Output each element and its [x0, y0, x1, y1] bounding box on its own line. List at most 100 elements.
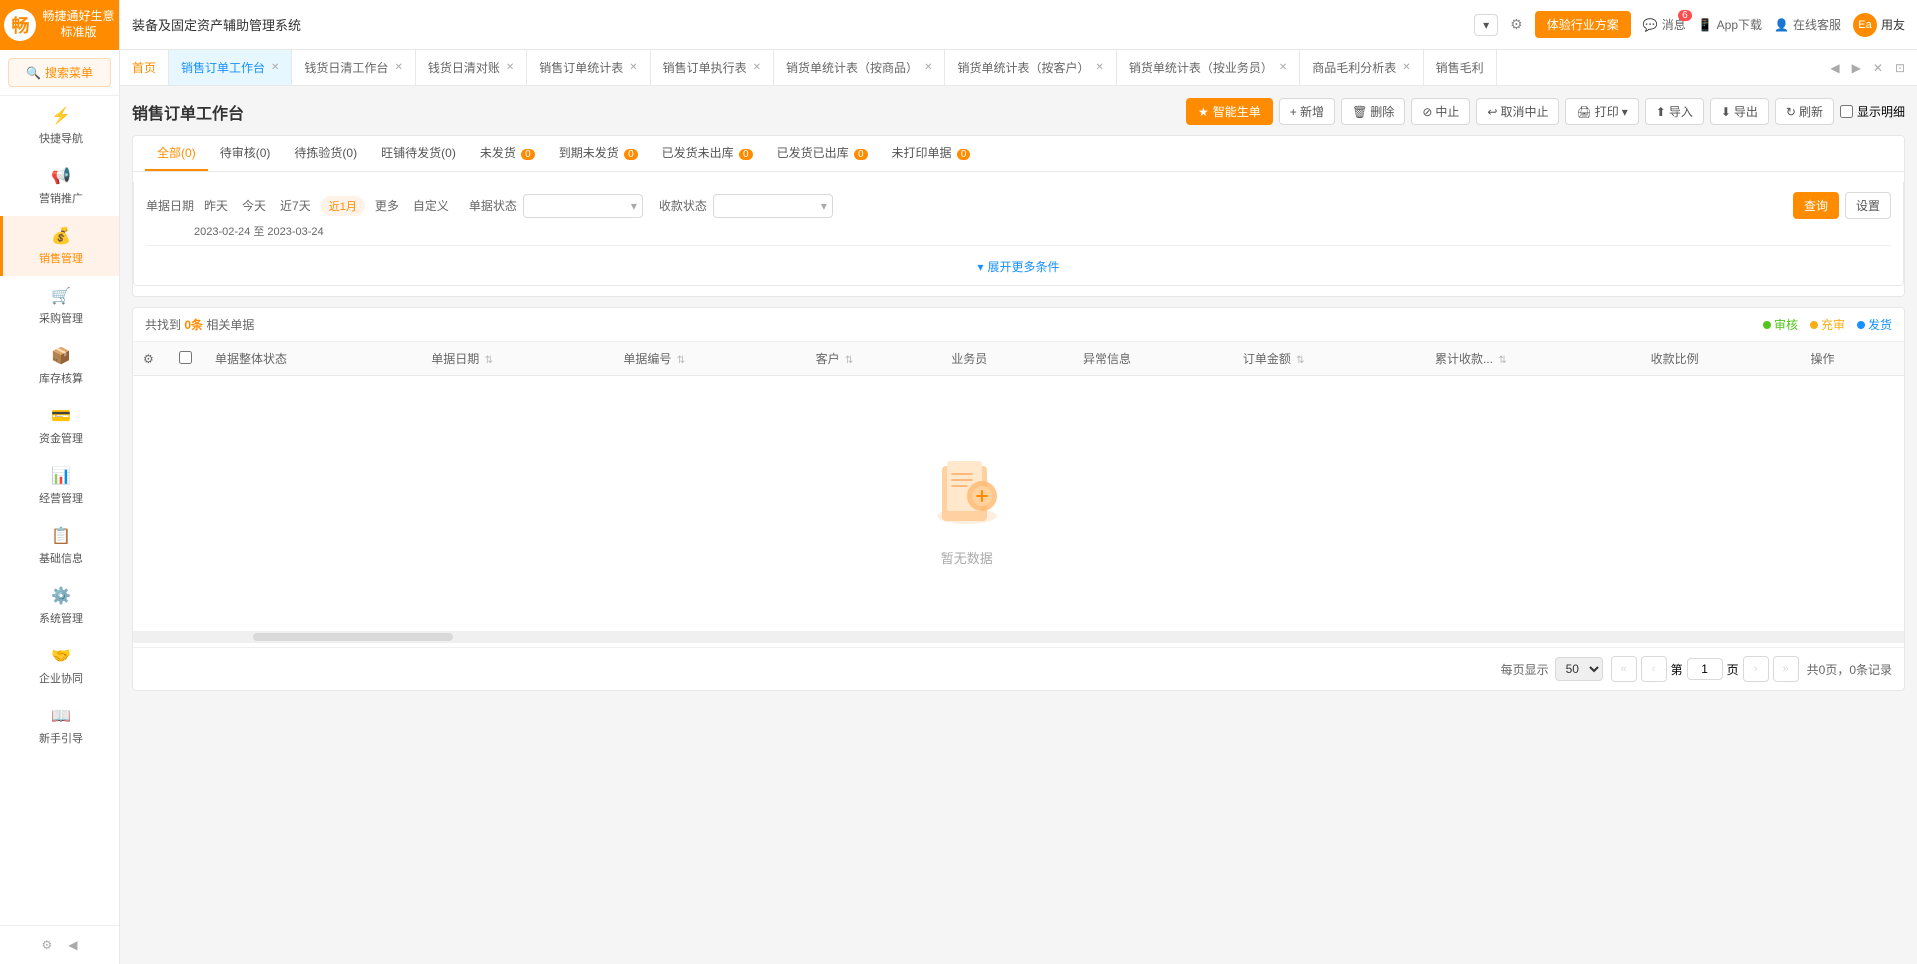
user-menu[interactable]: Ea 用友: [1853, 13, 1905, 37]
tab-sales-stats-customer-close[interactable]: ✕: [1095, 62, 1103, 73]
date-opt-yesterday[interactable]: 昨天: [200, 195, 232, 216]
add-button[interactable]: + 新增: [1279, 98, 1335, 125]
tab-sales-exec[interactable]: 销售订单执行表 ✕: [651, 50, 774, 86]
th-collected[interactable]: 累计收款... ⇅: [1425, 342, 1641, 376]
search-menu-button[interactable]: 🔍 搜索菜单: [8, 58, 111, 87]
purchase-icon: 🛒: [51, 286, 71, 306]
th-date[interactable]: 单据日期 ⇅: [421, 342, 613, 376]
settings-bottom-icon[interactable]: ⚙: [38, 934, 57, 956]
per-page-select[interactable]: 50: [1555, 657, 1603, 681]
tab-sales-stats-product-close[interactable]: ✕: [924, 62, 932, 73]
tab-close-all[interactable]: ✕: [1869, 59, 1887, 77]
sidebar-item-guide[interactable]: 📖 新手引导: [0, 696, 119, 756]
collapse-icon[interactable]: ◀: [64, 934, 81, 956]
sidebar-item-basic-info[interactable]: 📋 基础信息: [0, 516, 119, 576]
tab-sales-stats-staff[interactable]: 销货单统计表（按业务员） ✕: [1117, 50, 1300, 86]
tab-gross-profit-close[interactable]: ✕: [1402, 62, 1410, 73]
date-opt-more[interactable]: 更多: [371, 195, 403, 216]
online-service-button[interactable]: 👤 在线客服: [1774, 16, 1841, 33]
sub-tab-shipped-not-warehouse[interactable]: 已发货未出库 0: [650, 136, 765, 171]
status-select-wrap: [523, 194, 643, 218]
tab-cash-reconcile-close[interactable]: ✕: [506, 62, 514, 73]
prev-page-button[interactable]: ‹: [1641, 656, 1667, 682]
tab-sales-stats-staff-close[interactable]: ✕: [1279, 62, 1287, 73]
tab-cash-reconcile[interactable]: 钱货日清对账 ✕: [416, 50, 527, 86]
sidebar-item-marketing[interactable]: 📢 营销推广: [0, 156, 119, 216]
tab-sales-stats-customer[interactable]: 销货单统计表（按客户） ✕: [945, 50, 1116, 86]
tab-cash-daily[interactable]: 钱货日清工作台 ✕: [292, 50, 415, 86]
status-select[interactable]: [523, 194, 643, 218]
th-checkbox[interactable]: [169, 342, 205, 376]
date-opt-1month[interactable]: 近1月: [321, 196, 365, 216]
show-detail-checkbox[interactable]: [1840, 105, 1853, 118]
settings-gear-icon[interactable]: ⚙: [1510, 16, 1523, 33]
th-settings[interactable]: ⚙: [133, 342, 169, 376]
sub-tab-pending-inspect[interactable]: 待拣验货(0): [282, 136, 369, 171]
sidebar-item-quick-nav[interactable]: ⚡ 快捷导航: [0, 96, 119, 156]
scrollbar-thumb[interactable]: [253, 633, 453, 641]
date-opt-custom[interactable]: 自定义: [409, 195, 453, 216]
th-customer[interactable]: 客户 ⇅: [806, 342, 942, 376]
sub-tab-not-printed[interactable]: 未打印单据 0: [880, 136, 983, 171]
expand-conditions-button[interactable]: ▾ 展开更多条件: [146, 258, 1891, 275]
sub-tab-pending-audit[interactable]: 待审核(0): [208, 136, 283, 171]
table-body: 暂无数据: [133, 376, 1904, 628]
sidebar-item-operations[interactable]: 📊 经营管理: [0, 456, 119, 516]
audit-op-button[interactable]: 审核: [1763, 316, 1798, 333]
page-input[interactable]: [1687, 658, 1723, 680]
tab-sales-stats-close[interactable]: ✕: [629, 62, 637, 73]
tab-prev-arrow[interactable]: ◀: [1826, 59, 1843, 77]
cancel-stop-button[interactable]: ↩ 取消中止: [1476, 98, 1559, 125]
tab-sales-workbench-close[interactable]: ✕: [271, 62, 279, 73]
sidebar-item-purchase[interactable]: 🛒 采购管理: [0, 276, 119, 336]
horizontal-scrollbar[interactable]: [133, 631, 1904, 643]
tab-sales-exec-close[interactable]: ✕: [753, 62, 761, 73]
show-detail-checkbox-label[interactable]: 显示明细: [1840, 103, 1905, 120]
last-page-button[interactable]: »: [1773, 656, 1799, 682]
first-page-button[interactable]: «: [1611, 656, 1637, 682]
date-opt-today[interactable]: 今天: [238, 195, 270, 216]
tab-next-arrow[interactable]: ▶: [1848, 59, 1865, 77]
sidebar-item-inventory[interactable]: 📦 库存核算: [0, 336, 119, 396]
delete-button[interactable]: 🗑 删除: [1341, 98, 1405, 125]
system-dropdown[interactable]: ▾: [1474, 14, 1498, 36]
export-button[interactable]: ⬇ 导出: [1710, 98, 1769, 125]
tab-cash-daily-close[interactable]: ✕: [394, 62, 402, 73]
stop-button[interactable]: ⊘ 中止: [1411, 98, 1470, 125]
sub-tab-shipped-warehouse[interactable]: 已发货已出库 0: [765, 136, 880, 171]
tab-maximize[interactable]: ⊡: [1891, 59, 1909, 77]
query-button[interactable]: 查询: [1793, 192, 1839, 219]
message-button[interactable]: 💬 消息 6: [1643, 16, 1686, 33]
sub-tab-not-shipped[interactable]: 未发货 0: [468, 136, 547, 171]
table-header-bar: 共找到 0条 相关单据 审核 充审 发货: [133, 308, 1904, 342]
tab-sales-workbench[interactable]: 销售订单工作台 ✕: [169, 50, 292, 86]
sub-tab-all[interactable]: 全部(0): [145, 136, 208, 171]
next-page-button[interactable]: ›: [1743, 656, 1769, 682]
tab-home[interactable]: 首页: [120, 50, 169, 86]
print-button[interactable]: 🖨 打印 ▾: [1565, 98, 1638, 125]
solution-button[interactable]: 体验行业方案: [1535, 11, 1631, 38]
ship-op-button[interactable]: 发货: [1857, 316, 1892, 333]
filter-settings-button[interactable]: 设置: [1845, 192, 1891, 219]
sidebar-item-finance[interactable]: 💳 资金管理: [0, 396, 119, 456]
import-button[interactable]: ⬆ 导入: [1645, 98, 1704, 125]
refresh-button[interactable]: ↻ 刷新: [1775, 98, 1834, 125]
date-opt-7days[interactable]: 近7天: [276, 195, 315, 216]
revoke-op-button[interactable]: 充审: [1810, 316, 1845, 333]
sidebar-item-sales-label: 销售管理: [39, 250, 83, 266]
tab-gross-profit[interactable]: 商品毛利分析表 ✕: [1300, 50, 1423, 86]
sub-tab-wangpu[interactable]: 旺铺待发货(0): [369, 136, 468, 171]
sub-tab-expired-not-shipped[interactable]: 到期未发货 0: [547, 136, 650, 171]
th-number[interactable]: 单据编号 ⇅: [613, 342, 805, 376]
tab-sales-stats-product[interactable]: 销货单统计表（按商品） ✕: [774, 50, 945, 86]
smart-create-button[interactable]: ★ 智能生单: [1186, 98, 1273, 125]
payment-select[interactable]: [713, 194, 833, 218]
select-all-checkbox[interactable]: [179, 351, 192, 364]
th-amount[interactable]: 订单金额 ⇅: [1233, 342, 1425, 376]
sidebar-item-cooperation[interactable]: 🤝 企业协同: [0, 636, 119, 696]
sidebar-item-sales[interactable]: 💰 销售管理: [0, 216, 119, 276]
sidebar-item-system[interactable]: ⚙️ 系统管理: [0, 576, 119, 636]
tab-sales-stats[interactable]: 销售订单统计表 ✕: [527, 50, 650, 86]
app-download-button[interactable]: 📱 App下载: [1698, 16, 1762, 33]
tab-sales-gross[interactable]: 销售毛利: [1424, 50, 1497, 86]
